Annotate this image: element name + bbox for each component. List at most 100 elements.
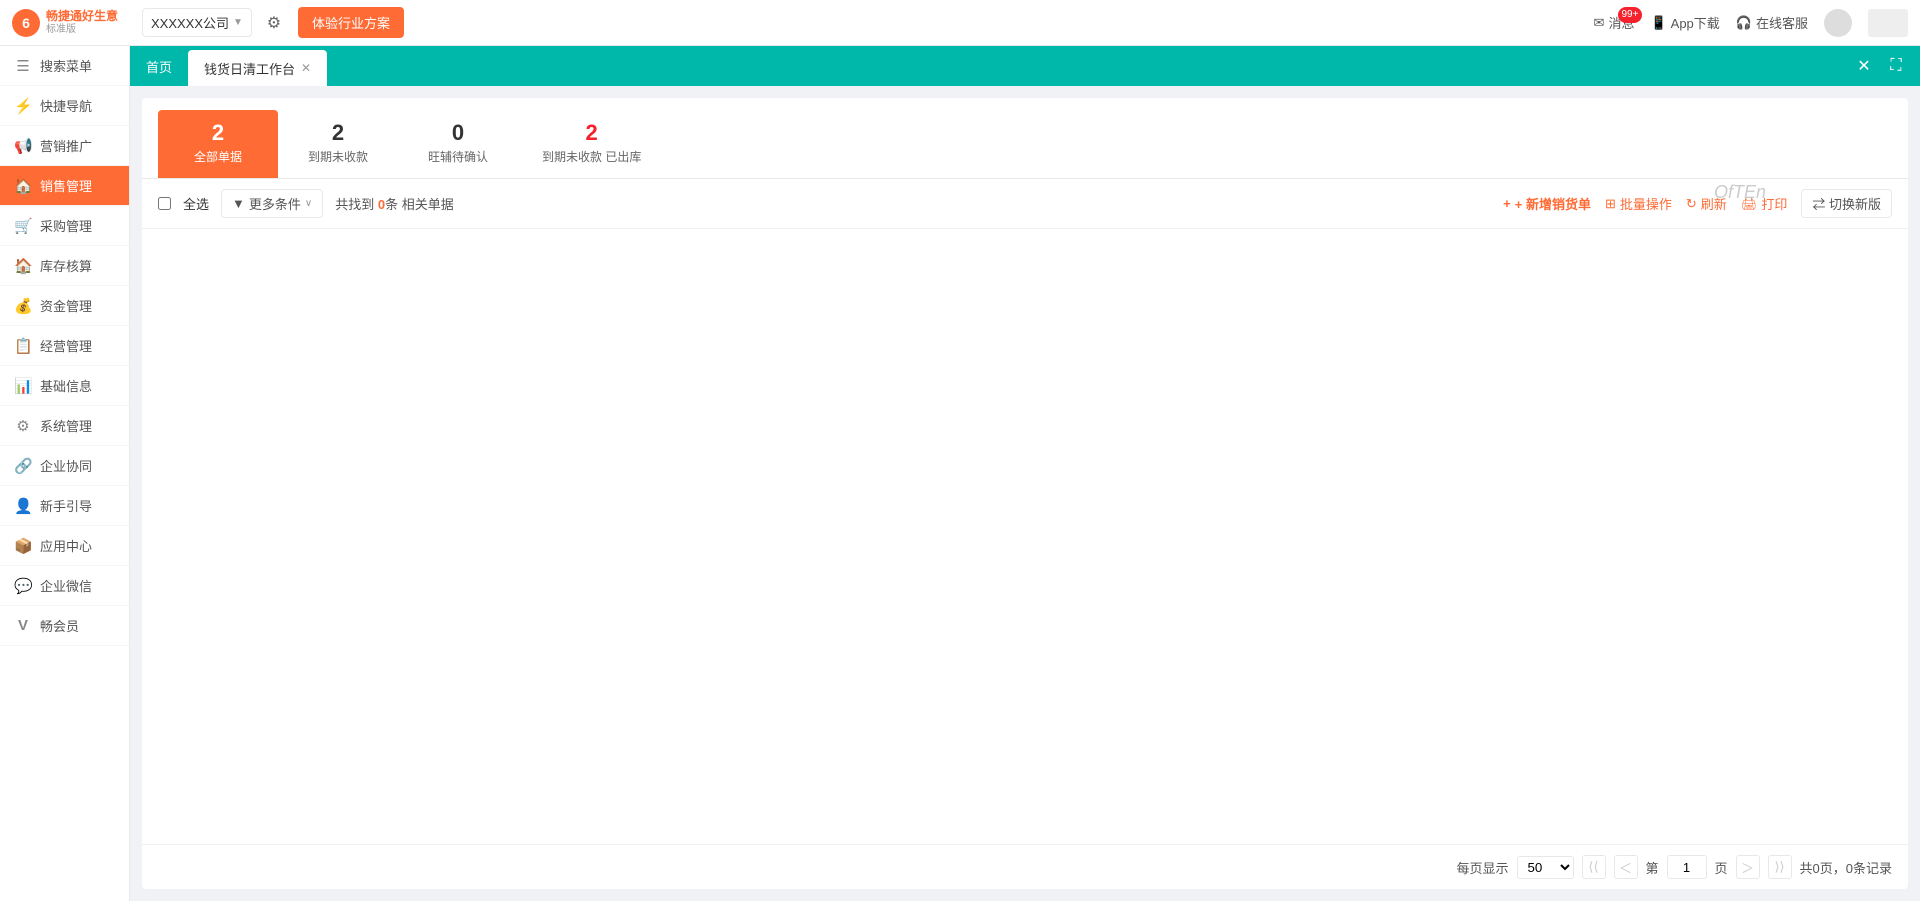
sidebar-label-member: 畅会员 — [40, 616, 79, 635]
sidebar: ☰ 搜索菜单 ⚡ 快捷导航 📢 营销推广 🏠 销售管理 🛒 采购管理 🏠 库存核… — [0, 46, 130, 901]
sidebar-item-enterprise[interactable]: 🔗 企业协同 — [0, 446, 129, 486]
stat-label-all: 全部单据 — [194, 148, 242, 165]
sidebar-item-quick-nav[interactable]: ⚡ 快捷导航 — [0, 86, 129, 126]
sidebar-item-inventory[interactable]: 🏠 库存核算 — [0, 246, 129, 286]
sidebar-label-sales: 销售管理 — [40, 176, 92, 195]
tab-home-label: 首页 — [146, 57, 172, 76]
batch-icon: ⊞ — [1605, 196, 1616, 212]
stat-tab-pending[interactable]: 0 旺辅待确认 — [398, 110, 518, 178]
basic-info-icon: 📊 — [14, 377, 32, 395]
sidebar-item-purchase[interactable]: 🛒 采购管理 — [0, 206, 129, 246]
message-button[interactable]: ✉ 消息 99+ — [1594, 13, 1635, 32]
settings-button[interactable]: ⚙ — [260, 9, 288, 37]
refresh-button[interactable]: ↻ 刷新 — [1686, 194, 1727, 213]
page-size-select[interactable]: 50 100 200 — [1517, 856, 1574, 879]
print-button[interactable]: 🖨 打印 — [1741, 194, 1788, 213]
switch-version-button[interactable]: ⇄ 切换新版 — [1801, 189, 1892, 218]
switch-icon: ⇄ — [1812, 197, 1825, 212]
new-order-icon: + — [1503, 196, 1511, 211]
stat-count-pending: 0 — [452, 120, 464, 146]
sidebar-item-basic-info[interactable]: 📊 基础信息 — [0, 366, 129, 406]
select-all-checkbox[interactable] — [158, 197, 171, 210]
stat-tab-overdue[interactable]: 2 到期未收款 — [278, 110, 398, 178]
found-text: 共找到 0条 相关单据 — [335, 194, 453, 213]
page-prev-button[interactable]: ＜ — [1614, 855, 1638, 879]
filter-button[interactable]: ▼ 更多条件 ∨ — [221, 189, 323, 218]
tab-actions: ✕ ⛶ — [1852, 54, 1920, 78]
page-first-button[interactable]: ⟨⟨ — [1582, 855, 1606, 879]
toolbar-right: + + 新增销货单 ⊞ 批量操作 ↻ 刷新 🖨 打印 ⇄ 切换新版 — [1503, 189, 1892, 218]
pagination: 每页显示 50 100 200 ⟨⟨ ＜ 第 页 ＞ ⟩⟩ 共0页，0条记录 — [142, 844, 1908, 889]
message-badge: 99+ — [1618, 7, 1643, 23]
avatar[interactable] — [1824, 9, 1852, 37]
switch-label: 切换新版 — [1829, 197, 1881, 212]
page-number-input[interactable] — [1667, 855, 1707, 879]
tab-workspace[interactable]: 钱货日清工作台 ✕ — [188, 50, 327, 86]
page-last-button[interactable]: ⟩⟩ — [1768, 855, 1792, 879]
company-name: XXXXXX公司 — [151, 13, 229, 32]
tab-close-button[interactable]: ✕ — [301, 61, 311, 75]
quick-nav-icon: ⚡ — [14, 97, 32, 115]
tab-home[interactable]: 首页 — [130, 46, 188, 86]
batch-operation-button[interactable]: ⊞ 批量操作 — [1605, 194, 1672, 213]
tabs-bar: 首页 钱货日清工作台 ✕ ✕ ⛶ — [130, 46, 1920, 86]
app-center-icon: 📦 — [14, 537, 32, 555]
stat-label-overdue: 到期未收款 — [308, 148, 368, 165]
found-count: 0 — [378, 197, 385, 212]
sidebar-item-system[interactable]: ⚙ 系统管理 — [0, 406, 129, 446]
system-icon: ⚙ — [14, 417, 32, 435]
filter-label: 更多条件 — [249, 194, 301, 213]
stat-tab-overdue-out[interactable]: 2 到期未收款 已出库 — [518, 110, 665, 178]
app-download-icon: 📱 — [1650, 15, 1666, 31]
sidebar-label-finance: 资金管理 — [40, 296, 92, 315]
sidebar-label-operations: 经营管理 — [40, 336, 92, 355]
stat-count-overdue-out: 2 — [586, 120, 598, 146]
top-header: 6 畅捷通好生意 标准版 XXXXXX公司 ▼ ⚙ 体验行业方案 ✉ 消息 99… — [0, 0, 1920, 46]
company-selector[interactable]: XXXXXX公司 ▼ — [142, 8, 252, 37]
print-icon: 🖨 — [1741, 196, 1758, 212]
sidebar-label-inventory: 库存核算 — [40, 256, 92, 275]
sidebar-label-wechat: 企业微信 — [40, 576, 92, 595]
sidebar-item-finance[interactable]: 💰 资金管理 — [0, 286, 129, 326]
sidebar-item-member[interactable]: V 畅会员 — [0, 606, 129, 646]
filter-icon: ▼ — [232, 196, 245, 211]
trial-button[interactable]: 体验行业方案 — [298, 7, 404, 38]
operations-icon: 📋 — [14, 337, 32, 355]
online-service-button[interactable]: 🎧 在线客服 — [1736, 13, 1808, 32]
select-all-label: 全选 — [183, 194, 209, 213]
logo-sub-text: 标准版 — [46, 24, 118, 36]
page-size-label: 每页显示 — [1456, 858, 1508, 877]
refresh-label: 刷新 — [1701, 194, 1727, 213]
page-next-button[interactable]: ＞ — [1736, 855, 1760, 879]
sidebar-item-search[interactable]: ☰ 搜索菜单 — [0, 46, 129, 86]
sidebar-item-marketing[interactable]: 📢 营销推广 — [0, 126, 129, 166]
sales-icon: 🏠 — [14, 177, 32, 195]
tab-minimize-button[interactable]: ✕ — [1852, 54, 1876, 78]
sidebar-item-wechat[interactable]: 💬 企业微信 — [0, 566, 129, 606]
online-service-icon: 🎧 — [1736, 15, 1752, 31]
page-label: 第 — [1646, 858, 1659, 877]
empty-area — [142, 229, 1908, 844]
new-order-label: + 新增销货单 — [1515, 194, 1591, 213]
app-download-button[interactable]: 📱 App下载 — [1650, 13, 1719, 32]
sidebar-label-app-center: 应用中心 — [40, 536, 92, 555]
stat-count-overdue: 2 — [332, 120, 344, 146]
logo-main-text: 畅捷通好生意 — [46, 9, 118, 23]
new-order-button[interactable]: + + 新增销货单 — [1503, 194, 1591, 213]
stat-label-pending: 旺辅待确认 — [428, 148, 488, 165]
app-download-label: App下载 — [1671, 13, 1720, 32]
sidebar-label-guide: 新手引导 — [40, 496, 92, 515]
sidebar-item-operations[interactable]: 📋 经营管理 — [0, 326, 129, 366]
guide-icon: 👤 — [14, 497, 32, 515]
tab-maximize-button[interactable]: ⛶ — [1884, 54, 1908, 78]
sidebar-label-quick-nav: 快捷导航 — [40, 96, 92, 115]
sidebar-item-sales[interactable]: 🏠 销售管理 — [0, 166, 129, 206]
inventory-icon: 🏠 — [14, 257, 32, 275]
logo-area: 6 畅捷通好生意 标准版 — [12, 9, 142, 37]
stat-tab-all[interactable]: 2 全部单据 — [158, 110, 278, 178]
search-icon: ☰ — [14, 57, 32, 75]
sidebar-item-app-center[interactable]: 📦 应用中心 — [0, 526, 129, 566]
tab-workspace-label: 钱货日清工作台 — [204, 59, 295, 78]
main-content: 2 全部单据 2 到期未收款 0 旺辅待确认 2 到期未收款 已出库 全选 ▼ … — [130, 86, 1920, 901]
sidebar-item-guide[interactable]: 👤 新手引导 — [0, 486, 129, 526]
